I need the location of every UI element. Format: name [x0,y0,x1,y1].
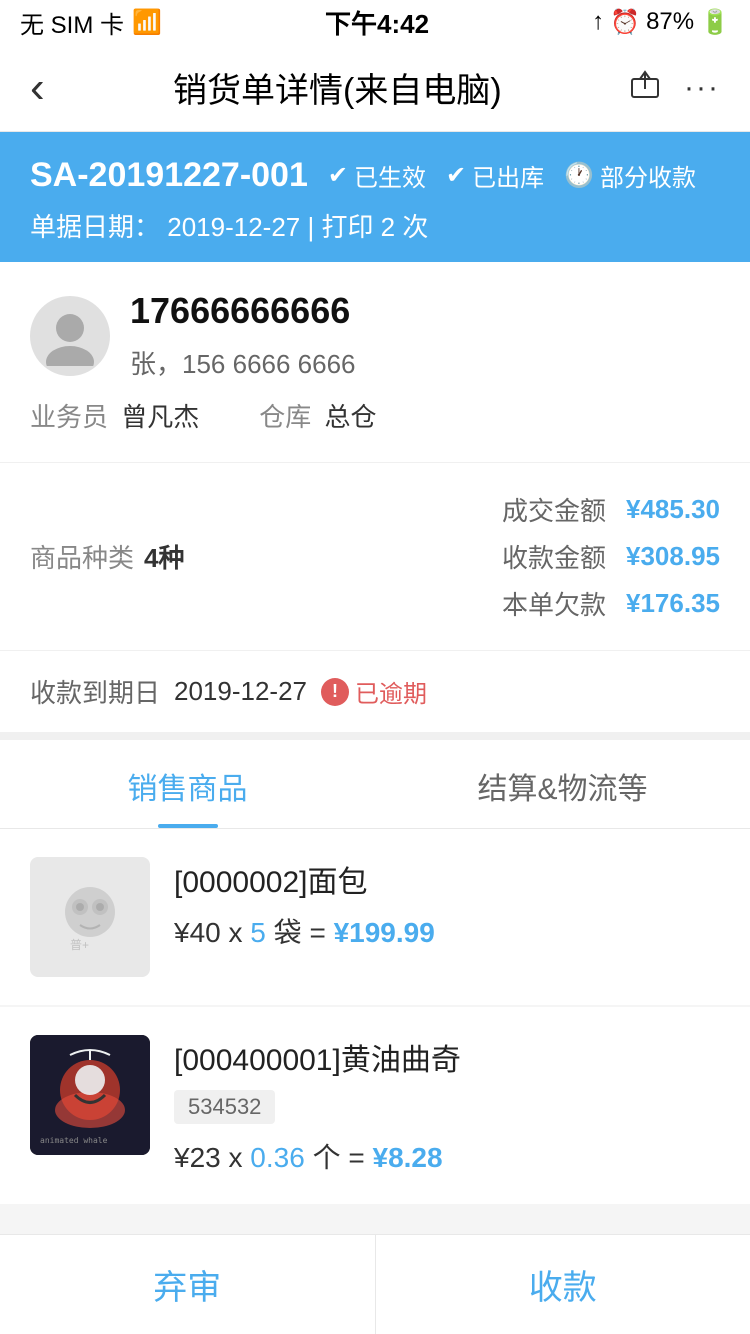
overdue-text: 已逾期 [355,674,427,709]
overdue-icon: ! [321,678,349,706]
stats-section: 商品种类 4种 成交金额 ¥485.30 收款金额 ¥308.95 本单欠款 ¥… [0,463,750,651]
category-stats: 商品种类 4种 [30,491,184,622]
order-header: SA-20191227-001 ✔ 已生效 ✔ 已出库 🕐 部分收款 单据日期：… [0,132,750,262]
badge-shipped: ✔ 已出库 [446,158,544,193]
product-sku-2: 534532 [174,1090,275,1124]
carrier-text: 无 SIM 卡 [20,5,124,40]
nav-actions: ··· [630,69,720,107]
battery-text: 87% [646,8,694,36]
salesperson-value: 曾凡杰 [121,402,199,432]
due-date-section: 收款到期日 2019-12-27 ! 已逾期 [0,651,750,740]
warehouse-item: 仓库 总仓 [259,397,376,434]
status-right: ↑ ⏰ 87% 🔋 [592,8,730,37]
overdue-badge: ! 已逾期 [321,674,427,709]
amount-value: ¥485.30 [626,494,720,525]
category-value: 4种 [144,538,184,575]
salesperson-item: 业务员 曾凡杰 [30,397,199,434]
product-thumb-1: 普+ [30,857,150,977]
product-card-1: 普+ [0000002]面包 ¥40 x 5 袋 = ¥199.99 [0,829,750,1005]
customer-name: 张，156 6666 6666 [130,344,356,381]
avatar [30,296,110,376]
nav-bar: ‹ 销货单详情(来自电脑) ··· [0,44,750,132]
share-icon[interactable] [630,69,660,107]
received-row: 收款金额 ¥308.95 [502,538,720,575]
alarm-icon: ⏰ [610,8,640,37]
pay-button[interactable]: 收款 [376,1235,750,1334]
debt-value: ¥176.35 [626,588,720,619]
product-total-2: ¥8.28 [373,1142,443,1173]
badge-effective: ✔ 已生效 [328,158,426,193]
svg-text:普+: 普+ [70,938,89,952]
product-name-1: [0000002]面包 [174,857,720,901]
debt-row: 本单欠款 ¥176.35 [502,585,720,622]
order-id: SA-20191227-001 [30,156,308,195]
customer-meta: 业务员 曾凡杰 仓库 总仓 [30,397,720,434]
received-value: ¥308.95 [626,541,720,572]
due-date-value: 2019-12-27 [174,676,307,707]
check-icon: ✔ [328,161,348,190]
bottom-bar: 弃审 收款 [0,1234,750,1334]
products-section: 普+ [0000002]面包 ¥40 x 5 袋 = ¥199.99 [0,829,750,1204]
back-button[interactable]: ‹ [30,63,45,113]
clock-icon: 🕐 [564,161,594,190]
customer-phone: 17666666666 [130,290,356,332]
check-icon-2: ✔ [446,161,466,190]
tabs-section: 销售商品 结算&物流等 [0,740,750,829]
status-left: 无 SIM 卡 📶 [20,5,162,40]
location-icon: ↑ [592,8,604,36]
product-info-1: [0000002]面包 ¥40 x 5 袋 = ¥199.99 [174,857,720,951]
product-thumb-2: animated whale [30,1035,150,1155]
more-icon[interactable]: ··· [684,71,720,105]
amount-row: 成交金额 ¥485.30 [502,491,720,528]
status-bar: 无 SIM 卡 📶 下午4:42 ↑ ⏰ 87% 🔋 [0,0,750,44]
status-time: 下午4:42 [325,4,429,41]
product-card-2: animated whale [000400001]黄油曲奇 534532 ¥2… [0,1007,750,1204]
product-price-1: ¥40 x 5 袋 = ¥199.99 [174,911,720,951]
order-date-row: 单据日期： 2019-12-27 | 打印 2 次 [30,207,720,244]
tab-settlement[interactable]: 结算&物流等 [375,740,750,828]
warehouse-value: 总仓 [325,402,377,432]
product-name-2: [000400001]黄油曲奇 [174,1035,720,1079]
battery-icon: 🔋 [700,8,730,37]
product-total-1: ¥199.99 [334,917,435,948]
page-title: 销货单详情(来自电脑) [173,63,502,112]
svg-text:animated whale: animated whale [40,1136,108,1145]
product-info-2: [000400001]黄油曲奇 534532 ¥23 x 0.36 个 = ¥8… [174,1035,720,1176]
cancel-review-button[interactable]: 弃审 [0,1235,376,1334]
badge-partial: 🕐 部分收款 [564,158,696,193]
amount-stats: 成交金额 ¥485.30 收款金额 ¥308.95 本单欠款 ¥176.35 [502,491,720,622]
product-qty-2: 0.36 [250,1142,305,1173]
product-price-2: ¥23 x 0.36 个 = ¥8.28 [174,1136,720,1176]
customer-section: 17666666666 张，156 6666 6666 业务员 曾凡杰 仓库 总… [0,262,750,463]
wifi-icon: 📶 [132,8,162,37]
tab-sales-items[interactable]: 销售商品 [0,740,375,828]
product-qty-1: 5 [250,917,266,948]
customer-info: 17666666666 张，156 6666 6666 [130,290,356,381]
